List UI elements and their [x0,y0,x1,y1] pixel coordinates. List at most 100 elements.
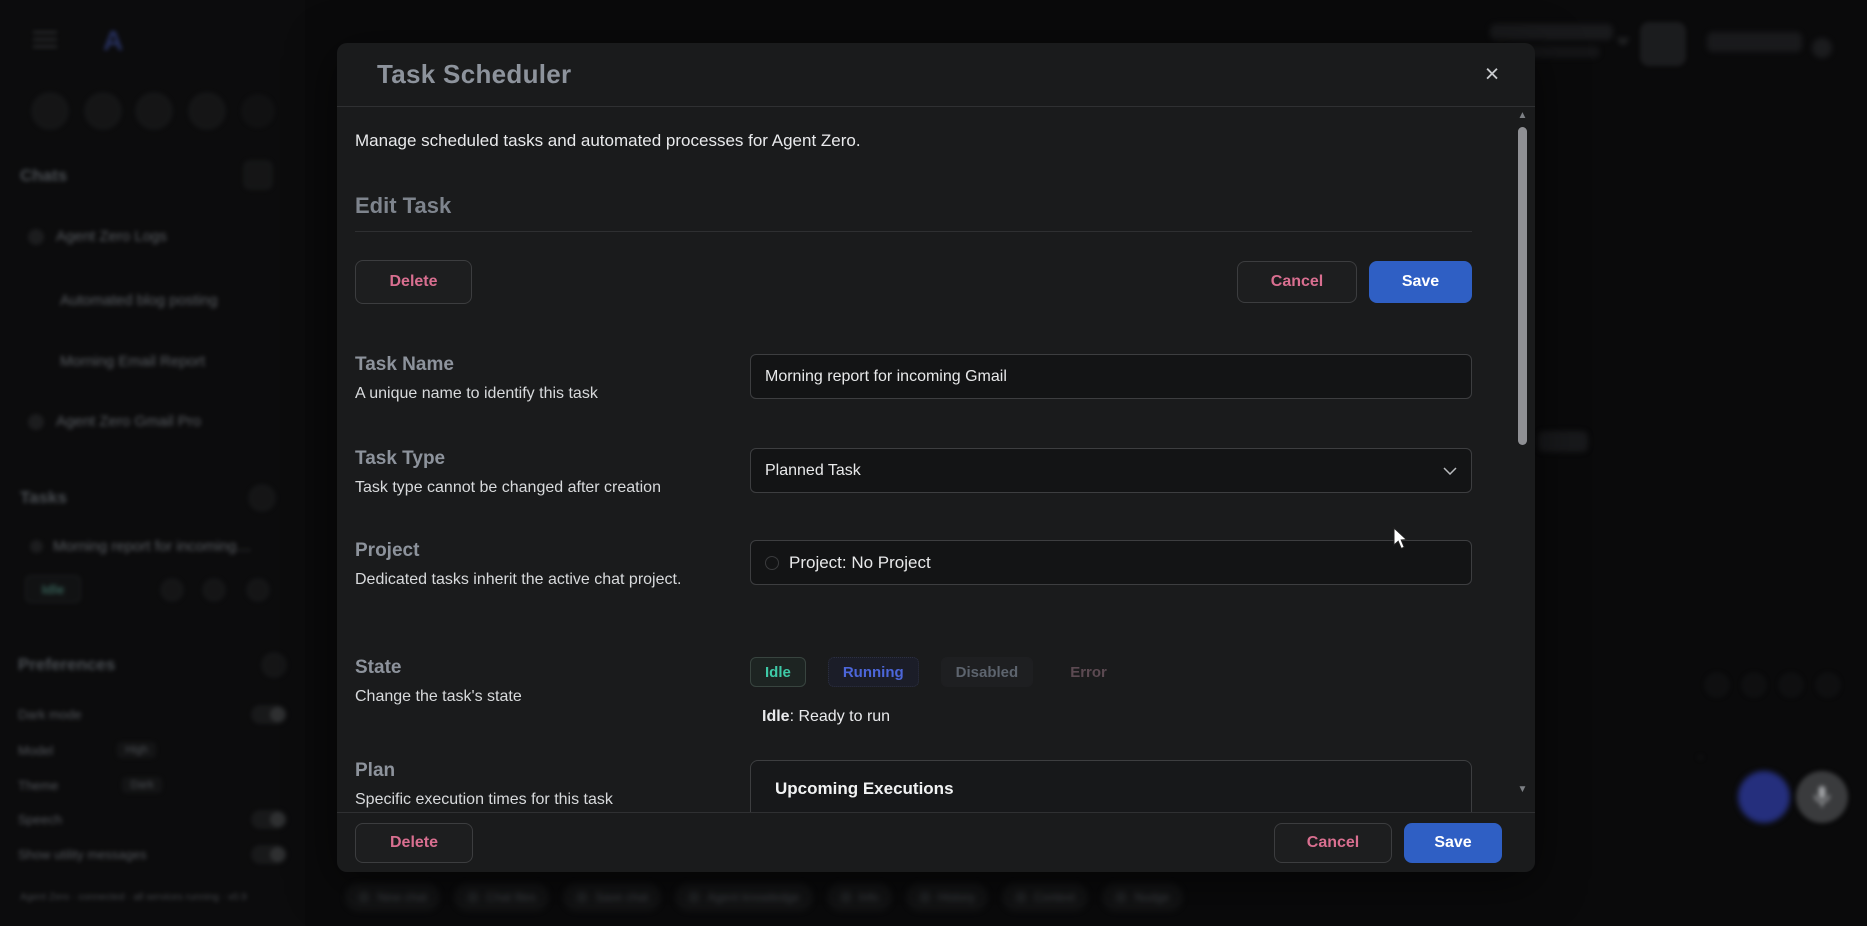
chevron-down-icon [1616,38,1630,46]
nav-icon-2 [84,92,122,130]
task-name-row: Task Name A unique name to identify this… [355,354,1472,404]
toggle [251,810,287,829]
delete-button-footer[interactable]: Delete [355,823,473,863]
chip-icon [919,891,931,903]
toolbar-chip: New chat [345,883,440,911]
tasks-header: Tasks [20,488,67,508]
top-action-row: Delete Cancel Save [355,260,1472,304]
tasks-menu-icon [248,484,276,512]
chat-list-item: Morning Email Report [60,353,290,371]
state-chip-running[interactable]: Running [828,657,919,687]
chip-icon [1115,891,1127,903]
state-status-rest: : Ready to run [790,708,891,725]
state-chip-group: Idle Running Disabled Error [750,657,1472,687]
chevron-down-icon [1443,467,1457,475]
app-logo: A [103,25,125,55]
modal-header: Task Scheduler × [337,43,1535,107]
modal-body: Manage scheduled tasks and automated pro… [337,107,1505,812]
upcoming-executions-panel: Upcoming Executions [750,760,1472,812]
chip-icon [840,891,852,903]
task-type-select[interactable]: Planned Task [750,448,1472,493]
toolbar-chip: Chat files [454,883,549,911]
scroll-down-icon[interactable]: ▼ [1516,785,1529,795]
task-name-input[interactable] [750,354,1472,399]
new-chat-icon [243,160,273,190]
chat-dot-icon [28,229,44,245]
chats-header: Chats [20,166,67,186]
toolbar-chip: History [906,883,988,911]
account-email-blob [1490,24,1613,40]
state-chip-error[interactable]: Error [1055,657,1122,687]
task-action-icon-3 [246,578,270,602]
cancel-button[interactable]: Cancel [1237,261,1357,303]
sidebar: A Chats Agent Zero Logs Automated blog p… [0,0,305,926]
project-row: Project Dedicated tasks inherit the acti… [355,540,1472,590]
pref-row: Dark mode [18,705,287,724]
state-description: Change the task's state [355,686,710,707]
chip-icon [576,891,588,903]
chip-icon [688,891,700,903]
modal-scrollbar: ▲ ▼ [1516,111,1529,857]
cancel-button-footer[interactable]: Cancel [1274,823,1392,863]
preferences-info-icon [261,652,287,678]
divider [355,231,1472,232]
task-type-selected-value: Planned Task [765,462,1443,480]
chat-dot-icon [28,414,44,430]
plan-label: Plan [355,760,710,782]
project-picker[interactable]: Project: No Project [750,540,1472,585]
chat-tool-icon-3 [1778,672,1804,698]
chip-icon [1015,891,1027,903]
bottom-toolbar: New chat Chat files Save chat Agent know… [345,883,1183,911]
chat-tool-icon-1 [1704,672,1730,698]
nav-icon-5 [241,94,275,128]
task-type-description: Task type cannot be changed after creati… [355,477,710,498]
nav-icon-4 [188,92,226,130]
task-action-icon-2 [202,578,226,602]
toolbar-chip: Info [827,883,892,911]
modal-description: Manage scheduled tasks and automated pro… [355,131,1472,151]
chat-list-item: Agent Zero Gmail Pro [28,413,288,430]
state-row: State Change the task's state Idle Runni… [355,657,1472,726]
close-icon[interactable]: × [1479,62,1505,88]
upcoming-executions-title: Upcoming Executions [775,779,1447,799]
chat-list-item: Automated blog posting [60,292,290,310]
task-type-label: Task Type [355,448,710,470]
state-chip-disabled[interactable]: Disabled [941,657,1034,687]
scroll-up-icon[interactable]: ▲ [1516,111,1529,121]
save-button[interactable]: Save [1369,261,1472,303]
pref-row: Show utility messages [18,845,287,864]
avatar [1640,22,1686,66]
project-description: Dedicated tasks inherit the active chat … [355,569,710,590]
send-button [1738,771,1790,823]
project-circle-icon [765,556,779,570]
state-label: State [355,657,710,679]
pref-row: Model High [18,742,287,758]
sidebar-footnote: Agent Zero · connected · all services ru… [20,892,290,903]
toolbar-chip: Context [1002,883,1088,911]
pref-row: Theme Dark [18,777,287,793]
task-name-label: Task Name [355,354,710,376]
edit-task-heading: Edit Task [355,193,1472,219]
preferences-header: Preferences [18,655,115,675]
task-dot-icon [30,540,43,553]
delete-button[interactable]: Delete [355,260,472,304]
toolbar-chip: Nudge [1102,883,1182,911]
chat-tool-icon-4 [1815,672,1841,698]
task-list-item: Morning report for incoming… [30,538,285,555]
project-value: Project: No Project [789,553,931,573]
caret-icon: ⌄ [1695,747,1708,760]
hamburger-icon [33,31,57,34]
task-state-chip: Idle [25,575,81,603]
task-scheduler-modal: Task Scheduler × Manage scheduled tasks … [337,43,1535,872]
modal-title: Task Scheduler [377,59,571,90]
state-chip-idle[interactable]: Idle [750,657,806,687]
chip-icon [467,891,479,903]
scrollbar-thumb[interactable] [1518,127,1527,445]
state-status-term: Idle [762,708,790,725]
state-status-text: Idle: Ready to run [762,708,1472,726]
side-pill-blob [1538,431,1588,452]
save-button-footer[interactable]: Save [1404,823,1502,863]
project-chevron-icon [1812,38,1832,58]
toggle [251,845,287,864]
project-label: Project [355,540,710,562]
